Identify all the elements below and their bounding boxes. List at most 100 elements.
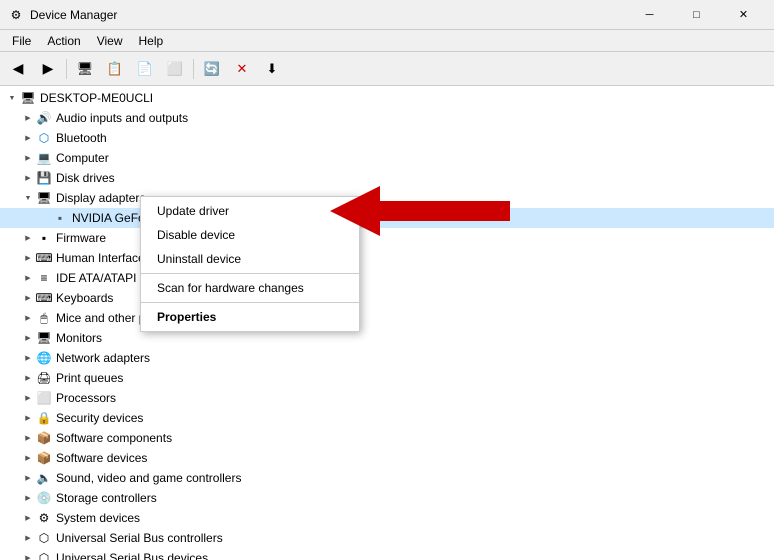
toolbar-back[interactable]: ◀ bbox=[4, 56, 32, 82]
sound-icon: 🔈 bbox=[36, 470, 52, 486]
title-left: ⚙ Device Manager bbox=[8, 7, 117, 23]
chip-icon: ▪ bbox=[36, 230, 52, 246]
tree-view[interactable]: ▼🖥DESKTOP-ME0UCLI▶🔊Audio inputs and outp… bbox=[0, 86, 774, 560]
ctx-item-properties[interactable]: Properties bbox=[141, 305, 359, 329]
toolbar-sep2 bbox=[193, 59, 194, 79]
toolbar-forward[interactable]: ▶ bbox=[34, 56, 62, 82]
tree-item-softwarecomponents[interactable]: ▶📦Software components bbox=[0, 428, 774, 448]
usb-icon: ⬡ bbox=[36, 550, 52, 560]
toolbar-update[interactable]: ⬇ bbox=[258, 56, 286, 82]
software-icon: 📦 bbox=[36, 430, 52, 446]
toolbar-resources[interactable]: 📄 bbox=[131, 56, 159, 82]
minimize-button[interactable]: ─ bbox=[627, 0, 672, 30]
tree-label-firmware: Firmware bbox=[56, 231, 106, 245]
tree-label-storage: Storage controllers bbox=[56, 491, 157, 505]
tree-label-systemdevices: System devices bbox=[56, 511, 140, 525]
tree-label-processors: Processors bbox=[56, 391, 116, 405]
system-icon: ⚙ bbox=[36, 510, 52, 526]
tree-item-computer[interactable]: ▶💻Computer bbox=[0, 148, 774, 168]
tree-label-monitors: Monitors bbox=[56, 331, 102, 345]
tree-item-usbdevices[interactable]: ▶⬡Universal Serial Bus devices bbox=[0, 548, 774, 560]
tree-item-softwaredevices[interactable]: ▶📦Software devices bbox=[0, 448, 774, 468]
ctx-item-update-driver[interactable]: Update driver bbox=[141, 199, 359, 223]
tree-label-desktop: DESKTOP-ME0UCLI bbox=[40, 91, 153, 105]
audio-icon: 🔊 bbox=[36, 110, 52, 126]
toolbar-display[interactable]: 📋 bbox=[101, 56, 129, 82]
tree-item-network[interactable]: ▶🌐Network adapters bbox=[0, 348, 774, 368]
hid-icon: ⌨ bbox=[36, 250, 52, 266]
menu-bar: File Action View Help bbox=[0, 30, 774, 52]
main-area: ▼🖥DESKTOP-ME0UCLI▶🔊Audio inputs and outp… bbox=[0, 86, 774, 560]
menu-help[interactable]: Help bbox=[131, 32, 172, 50]
display-icon: 🖥 bbox=[36, 190, 52, 206]
tree-item-security[interactable]: ▶🔒Security devices bbox=[0, 408, 774, 428]
tree-item-diskdrives[interactable]: ▶💾Disk drives bbox=[0, 168, 774, 188]
tree-label-keyboards: Keyboards bbox=[56, 291, 113, 305]
tree-label-print: Print queues bbox=[56, 371, 123, 385]
gpu-icon: ▪ bbox=[52, 210, 68, 226]
tree-label-audio: Audio inputs and outputs bbox=[56, 111, 188, 125]
tree-item-nvidia[interactable]: ▪NVIDIA GeForce RTX 3080 bbox=[0, 208, 774, 228]
tree-item-keyboards[interactable]: ▶⌨Keyboards bbox=[0, 288, 774, 308]
toolbar-remove[interactable]: ✕ bbox=[228, 56, 256, 82]
close-button[interactable]: ✕ bbox=[721, 0, 766, 30]
tree-item-usbcontrollers[interactable]: ▶⬡Universal Serial Bus controllers bbox=[0, 528, 774, 548]
app-icon: ⚙ bbox=[8, 7, 24, 23]
usb-icon: ⬡ bbox=[36, 530, 52, 546]
tree-item-mice[interactable]: ▶🖱Mice and other pointing device bbox=[0, 308, 774, 328]
maximize-button[interactable]: □ bbox=[674, 0, 719, 30]
ctx-item-disable-device[interactable]: Disable device bbox=[141, 223, 359, 247]
window-title: Device Manager bbox=[30, 8, 117, 22]
title-controls: ─ □ ✕ bbox=[627, 0, 766, 30]
toolbar-sep1 bbox=[66, 59, 67, 79]
mouse-icon: 🖱 bbox=[36, 310, 52, 326]
ctx-item-scan-hardware[interactable]: Scan for hardware changes bbox=[141, 276, 359, 300]
bluetooth-icon: ⬡ bbox=[36, 130, 52, 146]
tree-item-hid[interactable]: ▶⌨Human Interface Devices bbox=[0, 248, 774, 268]
tree-item-processors[interactable]: ▶⬜Processors bbox=[0, 388, 774, 408]
menu-file[interactable]: File bbox=[4, 32, 39, 50]
tree-item-storage[interactable]: ▶💿Storage controllers bbox=[0, 488, 774, 508]
ctx-separator bbox=[141, 302, 359, 303]
storage-icon: 💿 bbox=[36, 490, 52, 506]
ctx-separator bbox=[141, 273, 359, 274]
context-menu: Update driverDisable deviceUninstall dev… bbox=[140, 196, 360, 332]
tree-item-displayadapters[interactable]: ▼🖥Display adapters bbox=[0, 188, 774, 208]
tree-item-bluetooth[interactable]: ▶⬡Bluetooth bbox=[0, 128, 774, 148]
folder-icon: 💻 bbox=[36, 150, 52, 166]
network-icon: 🌐 bbox=[36, 350, 52, 366]
menu-action[interactable]: Action bbox=[39, 32, 88, 50]
tree-item-print[interactable]: ▶🖨Print queues bbox=[0, 368, 774, 388]
tree-label-bluetooth: Bluetooth bbox=[56, 131, 107, 145]
cpu-icon: ⬜ bbox=[36, 390, 52, 406]
software-icon: 📦 bbox=[36, 450, 52, 466]
monitor-icon: 🖥 bbox=[36, 330, 52, 346]
tree-label-security: Security devices bbox=[56, 411, 143, 425]
tree-label-softwaredevices: Software devices bbox=[56, 451, 147, 465]
ctx-item-uninstall-device[interactable]: Uninstall device bbox=[141, 247, 359, 271]
tree-item-firmware[interactable]: ▶▪Firmware bbox=[0, 228, 774, 248]
tree-label-usbdevices: Universal Serial Bus devices bbox=[56, 551, 208, 560]
toolbar-scan[interactable]: 🔄 bbox=[198, 56, 226, 82]
tree-label-displayadapters: Display adapters bbox=[56, 191, 145, 205]
toolbar: ◀ ▶ 🖥 📋 📄 ⬜ 🔄 ✕ ⬇ bbox=[0, 52, 774, 86]
disk-icon: 💾 bbox=[36, 170, 52, 186]
tree-label-softwarecomponents: Software components bbox=[56, 431, 172, 445]
title-bar: ⚙ Device Manager ─ □ ✕ bbox=[0, 0, 774, 30]
tree-label-usbcontrollers: Universal Serial Bus controllers bbox=[56, 531, 223, 545]
menu-view[interactable]: View bbox=[89, 32, 131, 50]
tree-item-audio[interactable]: ▶🔊Audio inputs and outputs bbox=[0, 108, 774, 128]
toolbar-computer[interactable]: 🖥 bbox=[71, 56, 99, 82]
keyboard-icon: ⌨ bbox=[36, 290, 52, 306]
tree-label-diskdrives: Disk drives bbox=[56, 171, 115, 185]
computer-icon: 🖥 bbox=[20, 90, 36, 106]
tree-label-sound: Sound, video and game controllers bbox=[56, 471, 241, 485]
tree-item-systemdevices[interactable]: ▶⚙System devices bbox=[0, 508, 774, 528]
toolbar-properties[interactable]: ⬜ bbox=[161, 56, 189, 82]
tree-item-monitors[interactable]: ▶🖥Monitors bbox=[0, 328, 774, 348]
tree-item-ide[interactable]: ▶≡IDE ATA/ATAPI controllers bbox=[0, 268, 774, 288]
ide-icon: ≡ bbox=[36, 270, 52, 286]
print-icon: 🖨 bbox=[36, 370, 52, 386]
tree-item-sound[interactable]: ▶🔈Sound, video and game controllers bbox=[0, 468, 774, 488]
tree-item-desktop[interactable]: ▼🖥DESKTOP-ME0UCLI bbox=[0, 88, 774, 108]
